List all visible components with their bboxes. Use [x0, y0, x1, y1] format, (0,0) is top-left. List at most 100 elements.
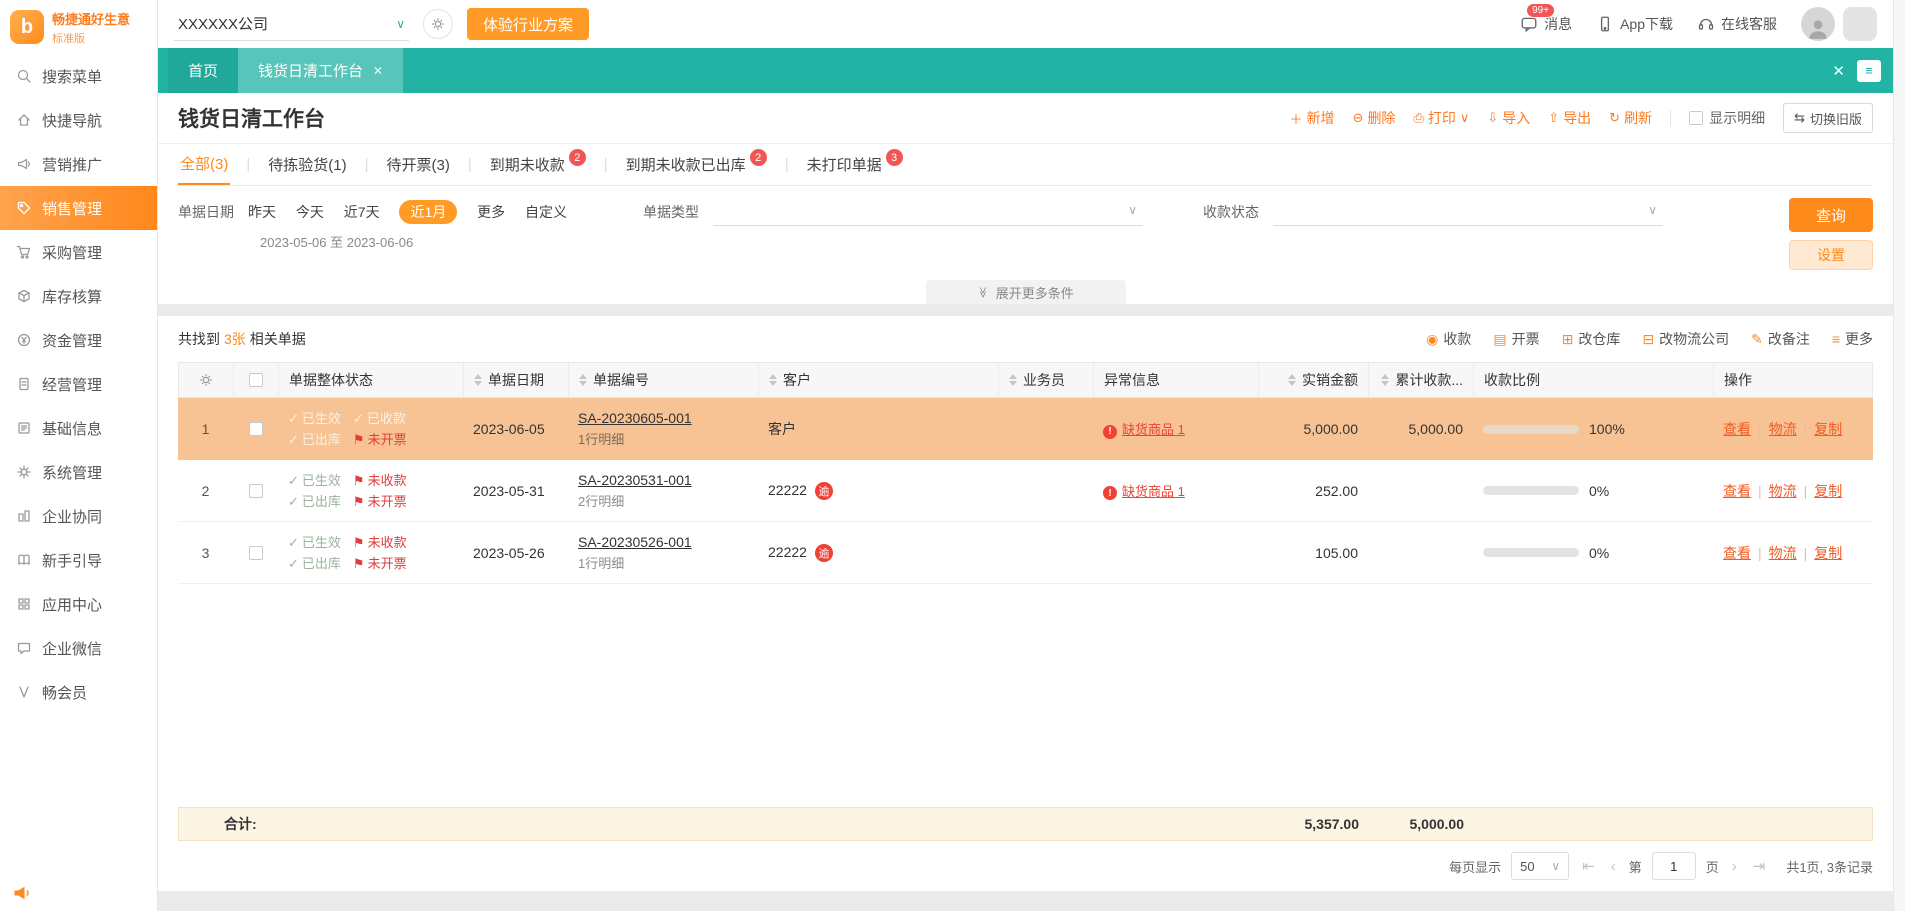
sidebar-item-quick-nav[interactable]: 快捷导航 — [0, 98, 157, 142]
sort-icon[interactable] — [1009, 374, 1017, 386]
column-header-amount[interactable]: 实销金额 — [1259, 363, 1369, 397]
refresh-button[interactable]: ↻刷新 — [1609, 108, 1652, 128]
table-row[interactable]: 1 ✓已生效 ✓已收款 ✓已出库 ⚑未开票 2023-06-05 — [178, 398, 1873, 460]
tab-options-button[interactable]: ≡ — [1857, 60, 1881, 82]
copy-link[interactable]: 复制 — [1814, 483, 1842, 499]
messages-button[interactable]: 99+ 消息 — [1520, 14, 1572, 34]
org-avatar[interactable] — [1843, 7, 1877, 41]
date-option-more[interactable]: 更多 — [477, 204, 505, 220]
tab-home[interactable]: 首页 — [168, 48, 238, 93]
doc-number-link[interactable]: SA-20230605-001 — [578, 410, 692, 426]
close-all-tabs-icon[interactable]: ✕ — [1832, 62, 1845, 80]
batch-receive-button[interactable]: ◉收款 — [1426, 329, 1471, 349]
abnormal-link[interactable]: 缺货商品 1 — [1122, 484, 1185, 499]
company-select[interactable]: XXXXXX公司 ∨ — [174, 7, 409, 41]
sort-icon[interactable] — [579, 374, 587, 386]
date-option-custom[interactable]: 自定义 — [525, 204, 567, 220]
pay-status-select[interactable]: ∨ — [1273, 198, 1663, 226]
page-number-input[interactable] — [1652, 852, 1696, 880]
logistics-link[interactable]: 物流 — [1769, 483, 1797, 499]
view-link[interactable]: 查看 — [1723, 545, 1751, 561]
column-header-customer[interactable]: 客户 — [759, 363, 999, 397]
doc-number-link[interactable]: SA-20230531-001 — [578, 472, 692, 488]
date-option-today[interactable]: 今天 — [296, 204, 324, 220]
org-settings-button[interactable] — [423, 9, 453, 39]
date-range-value[interactable]: 2023-05-06 至 2023-06-06 — [260, 232, 583, 251]
row-checkbox[interactable] — [249, 484, 263, 498]
row-checkbox[interactable] — [249, 546, 263, 560]
logistics-link[interactable]: 物流 — [1769, 545, 1797, 561]
export-button[interactable]: ⇧导出 — [1548, 108, 1591, 128]
sidebar-item-purchase[interactable]: 采购管理 — [0, 230, 157, 274]
sort-icon[interactable] — [769, 374, 777, 386]
doc-type-select[interactable]: ∨ — [713, 198, 1143, 226]
doc-number-link[interactable]: SA-20230526-001 — [578, 534, 692, 550]
search-button[interactable]: 查询 — [1789, 198, 1873, 232]
sidebar-item-sales[interactable]: 销售管理 — [0, 186, 157, 230]
sidebar-item-guide[interactable]: 新手引导 — [0, 538, 157, 582]
sidebar-item-search-menu[interactable]: 搜索菜单 — [0, 54, 157, 98]
per-page-select[interactable]: 50 ∨ — [1511, 852, 1569, 880]
sidebar-item-inventory[interactable]: 库存核算 — [0, 274, 157, 318]
prev-page-button[interactable]: ‹ — [1611, 858, 1616, 875]
expand-more-filters[interactable]: ≫ 展开更多条件 — [926, 280, 1126, 304]
batch-invoice-button[interactable]: ▤开票 — [1493, 329, 1539, 349]
batch-more-button[interactable]: ≡更多 — [1832, 329, 1873, 349]
sidebar-item-collaboration[interactable]: 企业协同 — [0, 494, 157, 538]
batch-change-warehouse-button[interactable]: ⊞改仓库 — [1562, 329, 1621, 349]
filter-tab-to-invoice[interactable]: 待开票(3) — [385, 144, 452, 185]
experience-plan-button[interactable]: 体验行业方案 — [467, 8, 589, 40]
sidebar-item-operation[interactable]: 经营管理 — [0, 362, 157, 406]
delete-button[interactable]: ⊖删除 — [1353, 108, 1396, 128]
logistics-link[interactable]: 物流 — [1769, 421, 1797, 437]
last-page-button[interactable]: ⇥ — [1753, 857, 1766, 875]
copy-link[interactable]: 复制 — [1814, 545, 1842, 561]
abnormal-link[interactable]: 缺货商品 1 — [1122, 422, 1185, 437]
tab-workbench[interactable]: 钱货日清工作台 ✕ — [238, 48, 403, 93]
sidebar-item-funds[interactable]: 资金管理 — [0, 318, 157, 362]
row-checkbox[interactable] — [249, 422, 263, 436]
view-link[interactable]: 查看 — [1723, 421, 1751, 437]
column-header-date[interactable]: 单据日期 — [464, 363, 569, 397]
tab-close-icon[interactable]: ✕ — [373, 64, 383, 78]
column-header-salesman[interactable]: 业务员 — [999, 363, 1094, 397]
copy-link[interactable]: 复制 — [1814, 421, 1842, 437]
first-page-button[interactable]: ⇤ — [1582, 857, 1595, 875]
scrollbar[interactable] — [1893, 0, 1905, 911]
filter-tab-due-unpaid-shipped[interactable]: 到期未收款已出库2 — [624, 144, 769, 185]
view-link[interactable]: 查看 — [1723, 483, 1751, 499]
sidebar-item-base-info[interactable]: 基础信息 — [0, 406, 157, 450]
date-option-7days[interactable]: 近7天 — [344, 204, 380, 220]
sidebar-item-wechat[interactable]: 企业微信 — [0, 626, 157, 670]
sidebar-item-marketing[interactable]: 营销推广 — [0, 142, 157, 186]
show-detail-checkbox[interactable] — [1689, 111, 1703, 125]
select-all-checkbox[interactable] — [249, 373, 263, 387]
sidebar-item-app-center[interactable]: 应用中心 — [0, 582, 157, 626]
switch-old-version-button[interactable]: ⇆切换旧版 — [1783, 103, 1873, 133]
print-button[interactable]: ⎙打印∨ — [1413, 108, 1469, 128]
sort-icon[interactable] — [1288, 374, 1296, 386]
date-option-yesterday[interactable]: 昨天 — [248, 204, 276, 220]
sort-icon[interactable] — [474, 374, 482, 386]
sidebar-item-system[interactable]: 系统管理 — [0, 450, 157, 494]
sidebar-item-member[interactable]: 畅会员 — [0, 670, 157, 714]
column-settings-button[interactable] — [179, 363, 234, 397]
table-row[interactable]: 3 ✓已生效 ⚑未收款 ✓已出库 ⚑未开票 2023-05-26 — [178, 522, 1873, 584]
filter-tab-all[interactable]: 全部(3) — [178, 144, 230, 185]
column-header-received[interactable]: 累计收款... — [1369, 363, 1474, 397]
add-button[interactable]: ＋新增 — [1290, 108, 1335, 128]
import-button[interactable]: ⇩导入 — [1487, 108, 1530, 128]
next-page-button[interactable]: › — [1732, 858, 1737, 875]
show-detail-toggle[interactable]: 显示明细 — [1689, 108, 1765, 128]
online-service-button[interactable]: 在线客服 — [1697, 14, 1777, 34]
date-option-1month[interactable]: 近1月 — [399, 200, 457, 224]
batch-change-logistics-button[interactable]: ⊟改物流公司 — [1642, 329, 1729, 349]
app-download-button[interactable]: App下载 — [1596, 14, 1673, 34]
column-header-doc-no[interactable]: 单据编号 — [569, 363, 759, 397]
filter-tab-to-pick[interactable]: 待拣验货(1) — [266, 144, 348, 185]
batch-change-remark-button[interactable]: ✎改备注 — [1751, 329, 1810, 349]
user-avatar[interactable] — [1801, 7, 1835, 41]
settings-button[interactable]: 设置 — [1789, 240, 1873, 270]
sort-icon[interactable] — [1381, 374, 1389, 386]
filter-tab-due-unpaid[interactable]: 到期未收款2 — [488, 144, 588, 185]
